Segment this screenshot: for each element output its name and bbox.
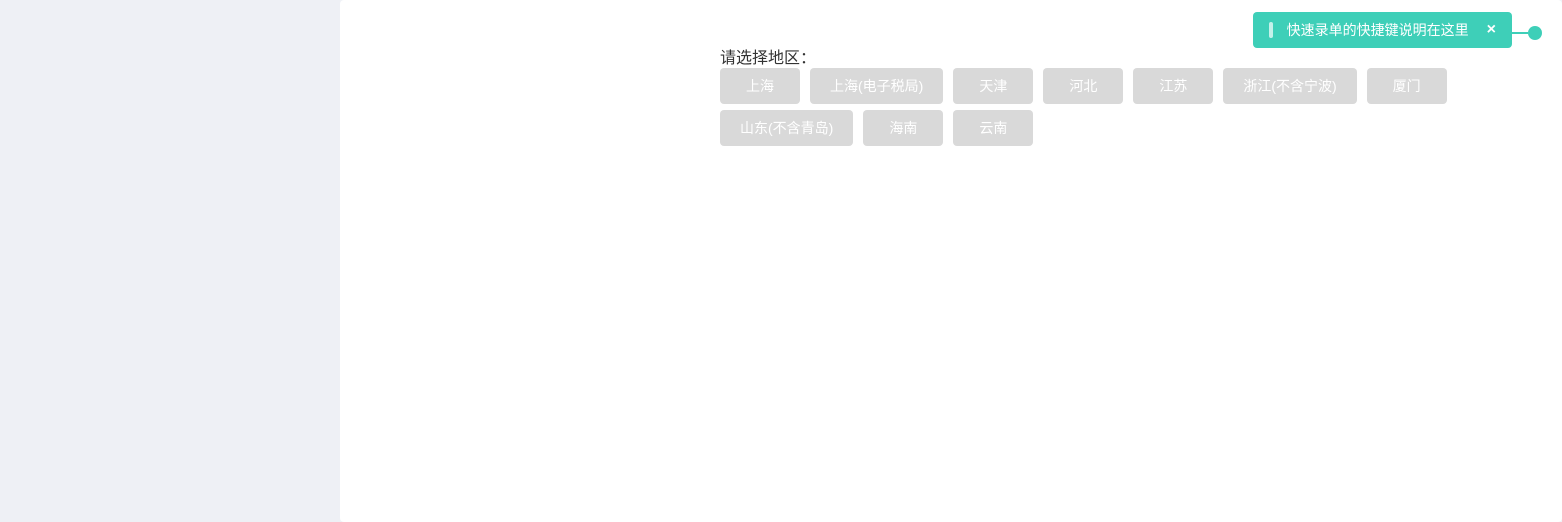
main-content: 请选择地区： 上海 上海(电子税局) 天津 河北 江苏 浙江(不含宁波) 厦门 …: [340, 0, 1562, 522]
tooltip-connector-dot: [1528, 26, 1542, 40]
tooltip-bar-icon: [1269, 22, 1273, 38]
left-sidebar: [0, 0, 340, 522]
page-title: 请选择地区：: [720, 44, 816, 68]
tooltip-connector-line: [1512, 32, 1528, 34]
region-btn-shanghai-etax[interactable]: 上海(电子税局): [810, 68, 943, 104]
region-btn-zhejiang[interactable]: 浙江(不含宁波): [1223, 68, 1356, 104]
tooltip-close-button[interactable]: ×: [1487, 21, 1496, 39]
region-btn-tianjin[interactable]: 天津: [953, 68, 1033, 104]
region-btn-shanghai[interactable]: 上海: [720, 68, 800, 104]
region-buttons-row2: 山东(不含青岛) 海南 云南: [720, 110, 1033, 146]
region-btn-yunnan[interactable]: 云南: [953, 110, 1033, 146]
tooltip-text: 快速录单的快捷键说明在这里: [1287, 20, 1469, 40]
region-btn-hebei[interactable]: 河北: [1043, 68, 1123, 104]
region-btn-shandong[interactable]: 山东(不含青岛): [720, 110, 853, 146]
region-btn-jiangsu[interactable]: 江苏: [1133, 68, 1213, 104]
region-buttons-row1: 上海 上海(电子税局) 天津 河北 江苏 浙江(不含宁波) 厦门: [720, 68, 1447, 104]
region-btn-xiamen[interactable]: 厦门: [1367, 68, 1447, 104]
region-btn-hainan[interactable]: 海南: [863, 110, 943, 146]
tooltip-banner: 快速录单的快捷键说明在这里 ×: [1253, 12, 1512, 48]
